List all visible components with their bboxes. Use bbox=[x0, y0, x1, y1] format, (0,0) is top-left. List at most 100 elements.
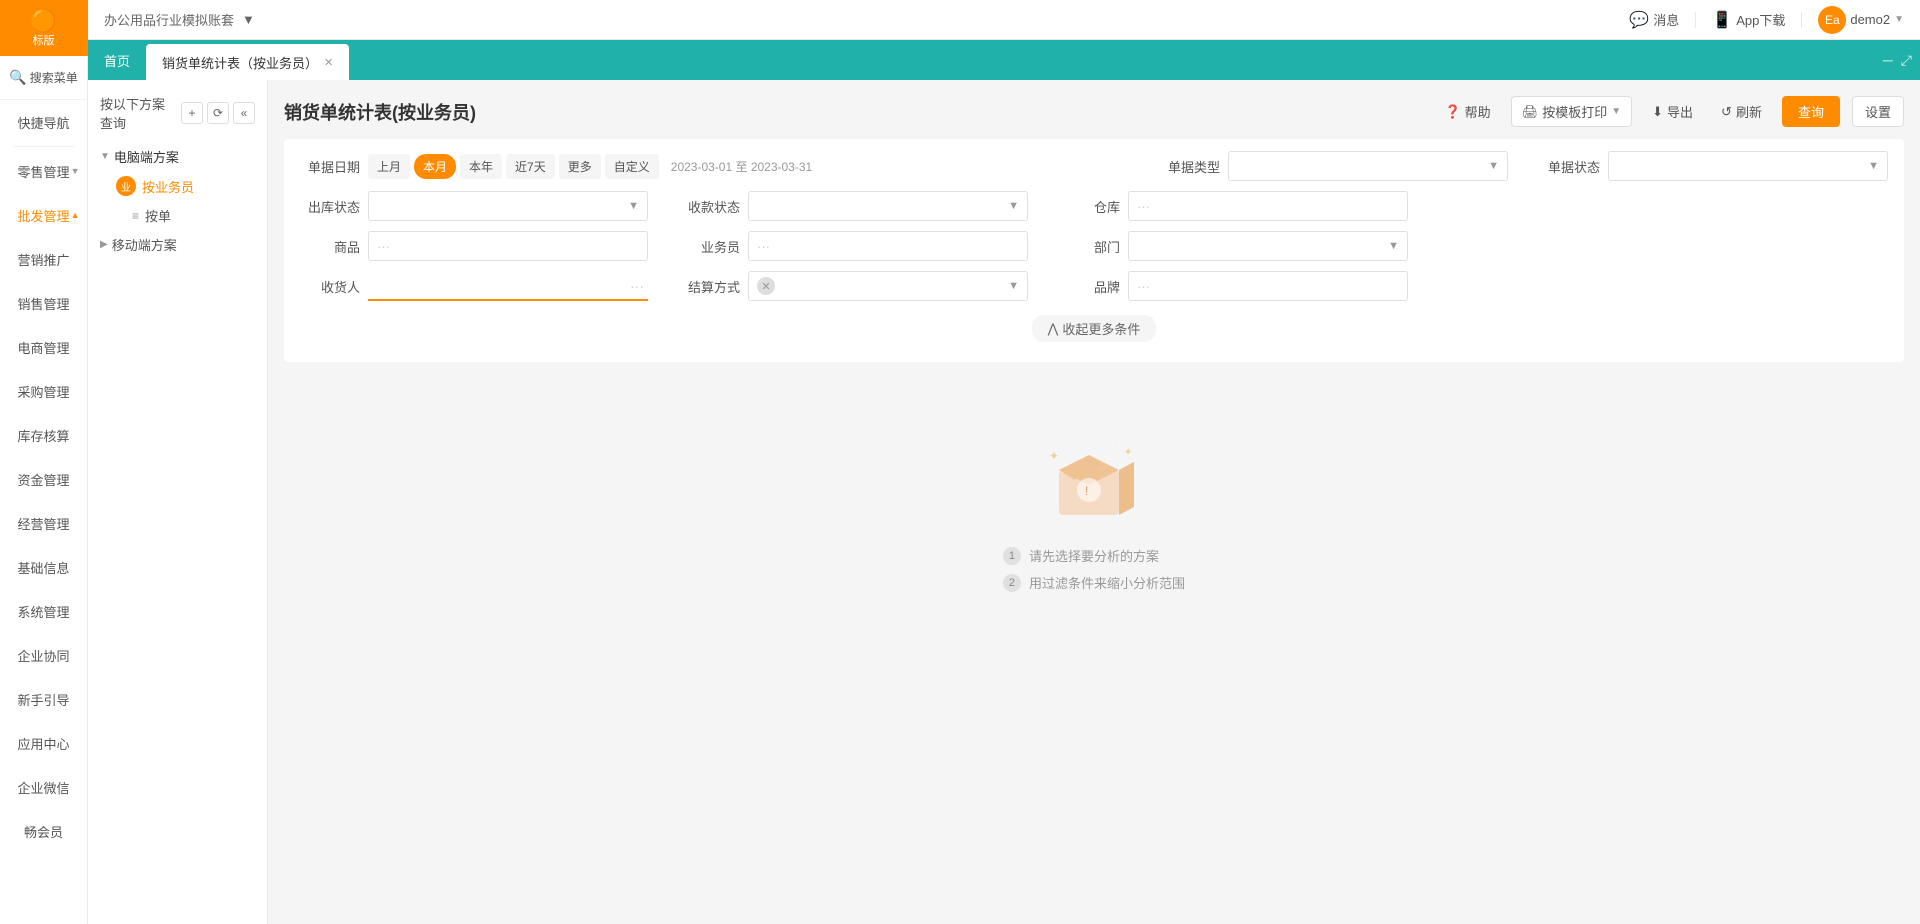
out-status-select[interactable]: ▼ bbox=[368, 191, 648, 221]
sales-label: 销售管理 bbox=[17, 294, 69, 313]
brand-dots: ··· bbox=[1137, 279, 1150, 294]
brand-select[interactable]: ··· bbox=[1128, 271, 1408, 301]
sidebar-item-retail[interactable]: 零售管理 bbox=[0, 149, 88, 193]
basicinfo-label: 基础信息 bbox=[17, 558, 69, 577]
sidebar-item-finance[interactable]: 资金管理 bbox=[0, 457, 88, 501]
sidebar-item-operations[interactable]: 经营管理 bbox=[0, 501, 88, 545]
doc-type-label: 单据类型 bbox=[1156, 157, 1220, 176]
workspace-arrow-icon: ▼ bbox=[242, 12, 255, 27]
tree-child-salesperson[interactable]: 业 按业务员 bbox=[88, 171, 267, 201]
app-logo[interactable]: 🟠 标版 bbox=[0, 0, 88, 56]
user-profile[interactable]: Ea demo2 ▼ bbox=[1818, 6, 1904, 34]
tree-parent-mobile[interactable]: ▶ 移动端方案 bbox=[88, 230, 267, 259]
help-button[interactable]: ❓ 帮助 bbox=[1436, 98, 1498, 125]
filter-row-4: 收货人 ··· 结算方式 ✕ ▼ 品牌 ··· bbox=[300, 271, 1888, 301]
date-range-display: 2023-03-01 至 2023-03-31 bbox=[671, 158, 812, 175]
tree-arrow-desktop: ▼ bbox=[100, 151, 110, 162]
doc-status-select[interactable]: ▼ bbox=[1608, 151, 1888, 181]
avatar-text: Ea bbox=[1825, 13, 1840, 27]
settings-button[interactable]: 设置 bbox=[1852, 96, 1904, 127]
sidebar-item-marketing[interactable]: 营销推广 bbox=[0, 237, 88, 281]
sidebar-item-appcenter[interactable]: 应用中心 bbox=[0, 721, 88, 765]
tree-parent-desktop[interactable]: ▼ 电脑端方案 bbox=[88, 142, 267, 171]
sidebar-item-wechat[interactable]: 企业微信 bbox=[0, 765, 88, 809]
settlement-clear-icon[interactable]: ✕ bbox=[757, 277, 775, 295]
export-label: 导出 bbox=[1667, 102, 1693, 121]
settlement-select[interactable]: ✕ ▼ bbox=[748, 271, 1028, 301]
sidebar-item-basicinfo[interactable]: 基础信息 bbox=[0, 545, 88, 589]
consignee-input[interactable] bbox=[368, 271, 648, 301]
tip-num-1: 1 bbox=[1003, 547, 1021, 565]
salesperson-select[interactable]: ··· bbox=[748, 231, 1028, 261]
print-button[interactable]: 🖨 按模板打印 ▼ bbox=[1511, 96, 1632, 127]
operations-label: 经营管理 bbox=[17, 514, 69, 533]
tab-close-icon[interactable]: ✕ bbox=[324, 56, 333, 69]
filter-area: 单据日期 上月 本月 本年 近7天 更多 自定义 2023-03-01 至 20… bbox=[284, 139, 1904, 362]
export-button[interactable]: ⬇ 导出 bbox=[1644, 98, 1701, 125]
out-status-label: 出库状态 bbox=[300, 197, 360, 216]
date-btn-custom[interactable]: 自定义 bbox=[605, 154, 659, 179]
sidebar-item-enterprise[interactable]: 企业协同 bbox=[0, 633, 88, 677]
date-btn-more[interactable]: 更多 bbox=[559, 154, 601, 179]
tip-num-2: 2 bbox=[1003, 574, 1021, 592]
collapse-more-button[interactable]: ⋀ 收起更多条件 bbox=[1032, 315, 1157, 342]
page-title: 销货单统计表(按业务员) bbox=[284, 99, 476, 125]
warehouse-select[interactable]: ··· bbox=[1128, 191, 1408, 221]
tab-sales-stat[interactable]: 销货单统计表（按业务员） ✕ bbox=[146, 44, 349, 80]
receipt-status-select[interactable]: ▼ bbox=[748, 191, 1028, 221]
sidebar-item-sales[interactable]: 销售管理 bbox=[0, 281, 88, 325]
warehouse-dots: ··· bbox=[1137, 199, 1150, 214]
date-btn-last-month[interactable]: 上月 bbox=[368, 154, 410, 179]
sidebar-item-system[interactable]: 系统管理 bbox=[0, 589, 88, 633]
byorder-icon: ≡ bbox=[132, 209, 139, 223]
message-button[interactable]: 💬 消息 bbox=[1629, 10, 1679, 30]
tab-minimize-icon[interactable]: ─ bbox=[1883, 52, 1893, 69]
sidebar-item-ecommerce[interactable]: 电商管理 bbox=[0, 325, 88, 369]
sidebar-item-inventory[interactable]: 库存核算 bbox=[0, 413, 88, 457]
workspace-selector[interactable]: 办公用品行业模拟账套 ▼ bbox=[104, 10, 255, 29]
department-label: 部门 bbox=[1056, 237, 1120, 256]
add-icon: + bbox=[188, 106, 195, 120]
member-label: 畅会员 bbox=[24, 822, 63, 841]
sidebar-item-wholesale[interactable]: 批发管理 bbox=[0, 193, 88, 237]
empty-tip-2: 2 用过滤条件来缩小分析范围 bbox=[1003, 573, 1185, 592]
query-button[interactable]: 查询 bbox=[1782, 96, 1840, 127]
add-scheme-button[interactable]: + bbox=[181, 102, 203, 124]
collapse-panel-button[interactable]: « bbox=[233, 102, 255, 124]
message-icon: 💬 bbox=[1629, 10, 1649, 30]
sidebar-item-member[interactable]: 畅会员 bbox=[0, 809, 88, 853]
sidebar-item-search[interactable]: 🔍 搜索菜单 bbox=[0, 56, 88, 100]
filter-row-1: 单据日期 上月 本月 本年 近7天 更多 自定义 2023-03-01 至 20… bbox=[300, 151, 1888, 181]
date-btn-this-month[interactable]: 本月 bbox=[414, 154, 456, 179]
refresh-scheme-button[interactable]: ⟳ bbox=[207, 102, 229, 124]
date-btn-7days[interactable]: 近7天 bbox=[506, 154, 555, 179]
goods-select[interactable]: ··· bbox=[368, 231, 648, 261]
collapse-arrow-icon: ⋀ bbox=[1048, 321, 1059, 337]
sidebar-divider-1 bbox=[14, 146, 74, 147]
department-select[interactable]: ▼ bbox=[1128, 231, 1408, 261]
date-btn-this-year[interactable]: 本年 bbox=[460, 154, 502, 179]
tab-home[interactable]: 首页 bbox=[88, 40, 146, 80]
print-icon: 🖨 bbox=[1522, 104, 1539, 120]
app-download-icon: 📱 bbox=[1712, 10, 1732, 30]
sidebar-item-beginner[interactable]: 新手引导 bbox=[0, 677, 88, 721]
tree-child-byorder[interactable]: ≡ 按单 bbox=[88, 201, 267, 230]
help-label: 帮助 bbox=[1465, 102, 1491, 121]
sidebar-item-purchase[interactable]: 采购管理 bbox=[0, 369, 88, 413]
receipt-status-arrow-icon: ▼ bbox=[1008, 200, 1019, 212]
left-panel-title-text: 按以下方案查询 bbox=[100, 94, 173, 132]
consignee-dots-icon[interactable]: ··· bbox=[630, 278, 644, 294]
help-icon: ❓ bbox=[1444, 104, 1460, 120]
wechat-label: 企业微信 bbox=[17, 778, 69, 797]
salesperson-scheme-label: 按业务员 bbox=[142, 177, 194, 196]
tab-maximize-icon[interactable]: ⤢ bbox=[1901, 52, 1912, 69]
print-label: 按模板打印 bbox=[1542, 102, 1607, 121]
doc-type-select[interactable]: ▼ bbox=[1228, 151, 1508, 181]
purchase-label: 采购管理 bbox=[17, 382, 69, 401]
sidebar-item-quicknav[interactable]: 快捷导航 bbox=[0, 100, 88, 144]
goods-dots: ··· bbox=[377, 239, 390, 254]
app-download-button[interactable]: 📱 App下载 bbox=[1712, 10, 1785, 30]
svg-text:!: ! bbox=[1085, 484, 1088, 498]
tab-bar: 首页 销货单统计表（按业务员） ✕ ─ ⤢ bbox=[88, 40, 1920, 80]
refresh-button[interactable]: ↺ 刷新 bbox=[1713, 98, 1770, 125]
